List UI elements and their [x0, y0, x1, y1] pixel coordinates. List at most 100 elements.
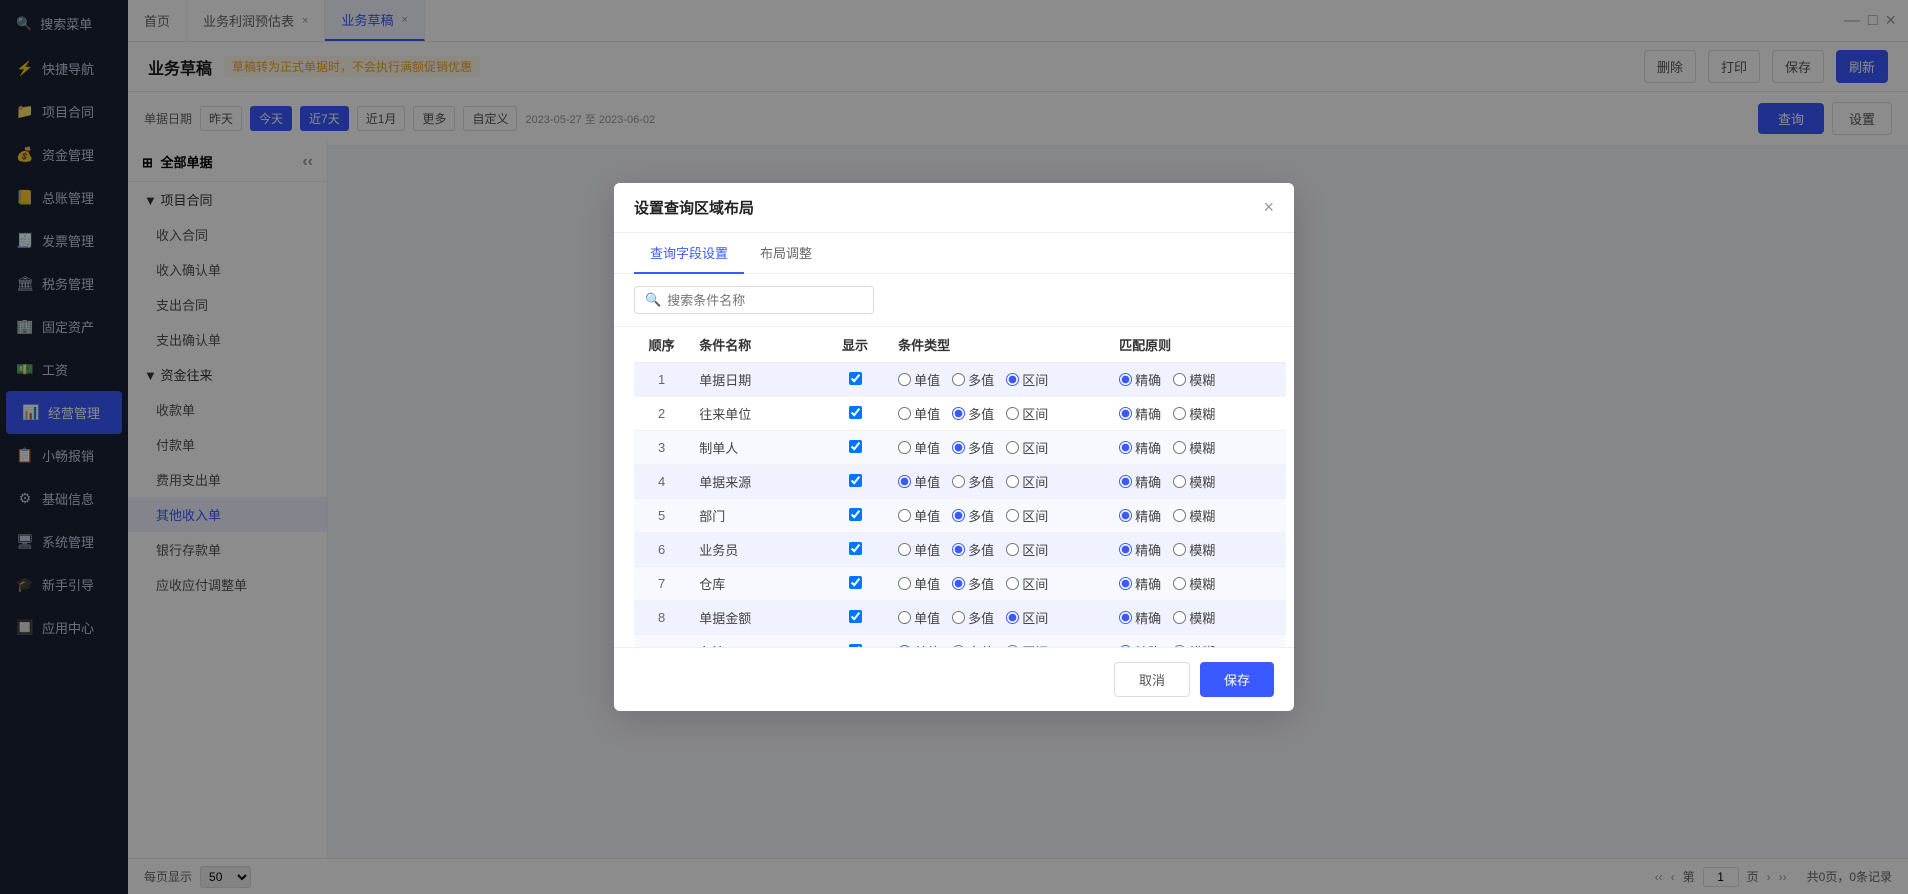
table-row-matchrule: 精确 模糊	[1109, 465, 1286, 499]
display-checkbox[interactable]	[849, 372, 862, 385]
search-icon2: 🔍	[645, 292, 661, 308]
radio-exact[interactable]: 精确	[1119, 540, 1161, 559]
table-row-condtype: 单值 多值 区间	[888, 465, 1109, 499]
radio-exact[interactable]: 精确	[1119, 506, 1161, 525]
radio-range[interactable]: 区间	[1006, 506, 1048, 525]
table-row-name: 部门	[689, 499, 822, 533]
radio-multi[interactable]: 多值	[952, 540, 994, 559]
radio-single[interactable]: 单值	[898, 438, 940, 457]
table-row-display[interactable]	[822, 567, 888, 601]
tab-fields[interactable]: 查询字段设置	[634, 233, 744, 274]
radio-fuzzy[interactable]: 模糊	[1173, 540, 1215, 559]
table-row-name: 单据日期	[689, 363, 822, 397]
dialog-footer: 取消 保存	[614, 647, 1294, 711]
table-row-matchrule: 精确 模糊	[1109, 601, 1286, 635]
table-row-matchrule: 精确 模糊	[1109, 499, 1286, 533]
table-row-condtype: 单值 多值 区间	[888, 567, 1109, 601]
radio-single[interactable]: 单值	[898, 472, 940, 491]
radio-multi[interactable]: 多值	[952, 642, 994, 647]
radio-multi[interactable]: 多值	[952, 506, 994, 525]
search-field[interactable]	[667, 293, 863, 308]
th-name: 条件名称	[689, 327, 822, 363]
table-row-display[interactable]	[822, 397, 888, 431]
radio-fuzzy[interactable]: 模糊	[1173, 574, 1215, 593]
table-row-display[interactable]	[822, 635, 888, 648]
display-checkbox[interactable]	[849, 610, 862, 623]
display-checkbox[interactable]	[849, 406, 862, 419]
dialog-tabs: 查询字段设置 布局调整	[614, 233, 1294, 274]
table-row-order: 7	[634, 567, 689, 601]
th-matchrule: 匹配原则	[1109, 327, 1286, 363]
radio-fuzzy[interactable]: 模糊	[1173, 438, 1215, 457]
radio-single[interactable]: 单值	[898, 370, 940, 389]
table-row-order: 4	[634, 465, 689, 499]
display-checkbox[interactable]	[849, 474, 862, 487]
table-row-condtype: 单值 多值 区间	[888, 533, 1109, 567]
radio-range[interactable]: 区间	[1006, 370, 1048, 389]
table-row-name: 往来单位	[689, 397, 822, 431]
display-checkbox[interactable]	[849, 508, 862, 521]
radio-exact[interactable]: 精确	[1119, 608, 1161, 627]
radio-single[interactable]: 单值	[898, 540, 940, 559]
dialog-header: 设置查询区域布局 ×	[614, 183, 1294, 233]
radio-exact[interactable]: 精确	[1119, 574, 1161, 593]
save-dialog-button[interactable]: 保存	[1200, 662, 1274, 697]
table-row-name: 业务员	[689, 533, 822, 567]
radio-range[interactable]: 区间	[1006, 472, 1048, 491]
table-row-name: 单据金额	[689, 601, 822, 635]
radio-single[interactable]: 单值	[898, 574, 940, 593]
search-wrap: 🔍	[634, 286, 874, 314]
radio-single[interactable]: 单值	[898, 642, 940, 647]
radio-fuzzy[interactable]: 模糊	[1173, 642, 1215, 647]
radio-single[interactable]: 单值	[898, 608, 940, 627]
tab-layout[interactable]: 布局调整	[744, 233, 828, 274]
dialog-table-body: 1 单据日期 单值 多值 区间 精确 模糊 2 往来单位 单值	[634, 363, 1286, 648]
table-row-name: 仓库	[689, 567, 822, 601]
table-row-display[interactable]	[822, 363, 888, 397]
radio-fuzzy[interactable]: 模糊	[1173, 472, 1215, 491]
cancel-button[interactable]: 取消	[1114, 662, 1190, 697]
radio-range[interactable]: 区间	[1006, 540, 1048, 559]
radio-multi[interactable]: 多值	[952, 472, 994, 491]
table-row-order: 9	[634, 635, 689, 648]
display-checkbox[interactable]	[849, 542, 862, 555]
radio-range[interactable]: 区间	[1006, 404, 1048, 423]
table-row-matchrule: 精确 模糊	[1109, 431, 1286, 465]
radio-exact[interactable]: 精确	[1119, 438, 1161, 457]
radio-fuzzy[interactable]: 模糊	[1173, 404, 1215, 423]
table-row-display[interactable]	[822, 499, 888, 533]
display-checkbox[interactable]	[849, 644, 862, 648]
radio-multi[interactable]: 多值	[952, 438, 994, 457]
table-row-display[interactable]	[822, 431, 888, 465]
radio-range[interactable]: 区间	[1006, 438, 1048, 457]
radio-fuzzy[interactable]: 模糊	[1173, 608, 1215, 627]
radio-range[interactable]: 区间	[1006, 608, 1048, 627]
table-row-name: 备注	[689, 635, 822, 648]
radio-multi[interactable]: 多值	[952, 608, 994, 627]
display-checkbox[interactable]	[849, 440, 862, 453]
radio-multi[interactable]: 多值	[952, 574, 994, 593]
radio-exact[interactable]: 精确	[1119, 472, 1161, 491]
radio-exact[interactable]: 精确	[1119, 370, 1161, 389]
display-checkbox[interactable]	[849, 576, 862, 589]
settings-dialog: 设置查询区域布局 × 查询字段设置 布局调整 🔍 顺序	[614, 183, 1294, 711]
table-row-display[interactable]	[822, 533, 888, 567]
radio-fuzzy[interactable]: 模糊	[1173, 506, 1215, 525]
radio-single[interactable]: 单值	[898, 404, 940, 423]
dialog-title: 设置查询区域布局	[634, 197, 754, 218]
radio-exact[interactable]: 精确	[1119, 404, 1161, 423]
th-condtype: 条件类型	[888, 327, 1109, 363]
radio-range[interactable]: 区间	[1006, 642, 1048, 647]
radio-range[interactable]: 区间	[1006, 574, 1048, 593]
table-row-matchrule: 精确 模糊	[1109, 635, 1286, 648]
table-row-name: 制单人	[689, 431, 822, 465]
radio-multi[interactable]: 多值	[952, 404, 994, 423]
table-row-display[interactable]	[822, 465, 888, 499]
radio-exact[interactable]: 精确	[1119, 642, 1161, 647]
table-row-matchrule: 精确 模糊	[1109, 567, 1286, 601]
dialog-close-btn[interactable]: ×	[1263, 197, 1274, 218]
table-row-display[interactable]	[822, 601, 888, 635]
radio-multi[interactable]: 多值	[952, 370, 994, 389]
radio-fuzzy[interactable]: 模糊	[1173, 370, 1215, 389]
radio-single[interactable]: 单值	[898, 506, 940, 525]
